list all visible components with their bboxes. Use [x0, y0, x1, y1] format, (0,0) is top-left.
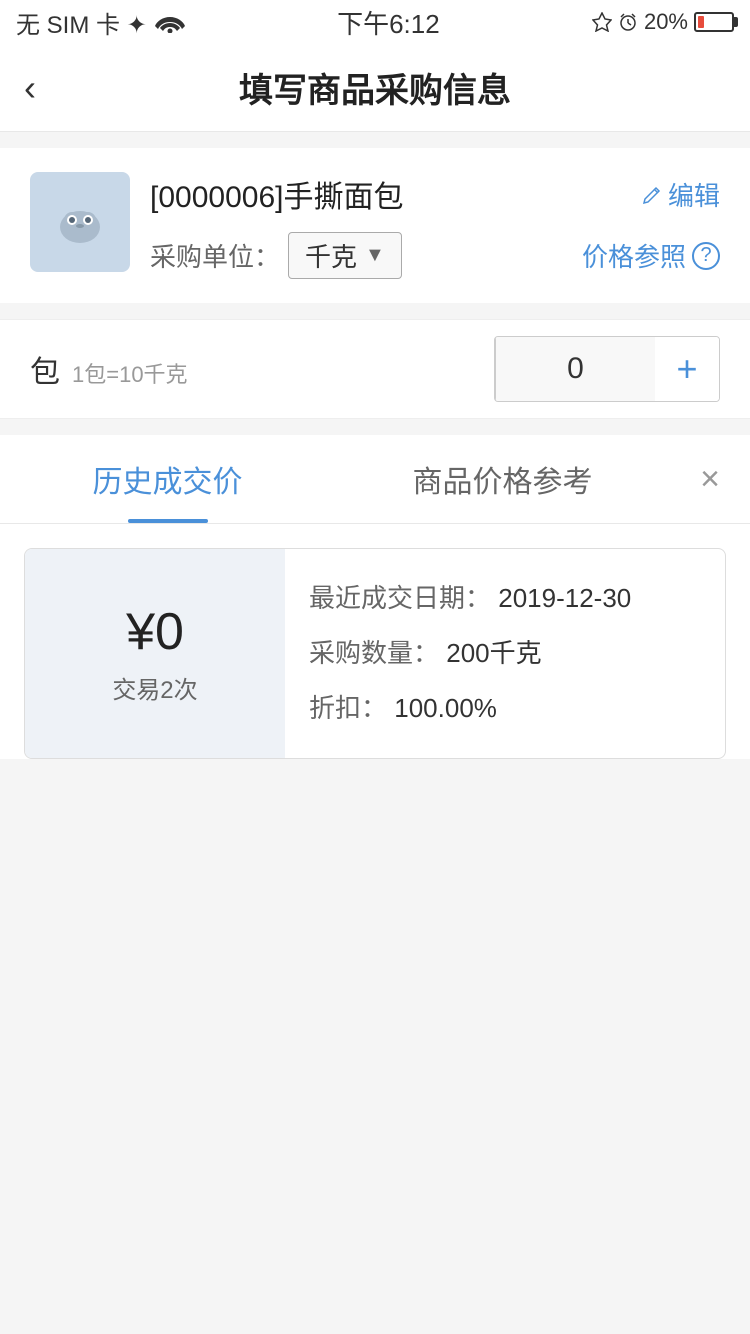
tab-history-price[interactable]: 历史成交价 [0, 435, 335, 523]
price-transactions: 交易2次 [112, 670, 197, 705]
nav-bar: ‹ 填写商品采购信息 [0, 44, 750, 132]
tabs-header: 历史成交价 商品价格参考 × [0, 435, 750, 524]
price-right-panel: 最近成交日期： 2019-12-30 采购数量： 200千克 折扣： 100.0… [285, 549, 725, 758]
wifi-icon [155, 11, 185, 33]
quantity-plus-button[interactable]: + [655, 337, 719, 401]
price-card: ¥0 交易2次 最近成交日期： 2019-12-30 采购数量： 200千克 折… [24, 548, 726, 759]
back-button[interactable]: ‹ [24, 67, 36, 109]
alarm-icon [618, 12, 638, 32]
quantity-input[interactable] [495, 337, 655, 401]
status-bar: 无 SIM 卡 ✦ 下午6:12 20% [0, 0, 750, 44]
quantity-label: 包 1包=10千克 [30, 347, 188, 391]
status-right: 20% [592, 9, 734, 35]
product-info: [0000006]手撕面包 编辑 采购单位： 千克 ▼ 价格参照 ? [150, 172, 720, 279]
recent-date-row: 最近成交日期： 2019-12-30 [309, 579, 701, 618]
price-amount: ¥0 [126, 602, 184, 662]
help-icon: ? [692, 242, 720, 270]
edit-button[interactable]: 编辑 [642, 176, 720, 213]
unit-label: 采购单位： [150, 237, 280, 274]
dropdown-arrow-icon: ▼ [365, 244, 385, 267]
product-image [30, 172, 130, 272]
quantity-section: 包 1包=10千克 + [0, 319, 750, 419]
quantity-row: 采购数量： 200千克 [309, 634, 701, 673]
tab-product-price-reference[interactable]: 商品价格参考 [335, 435, 670, 523]
status-time: 下午6:12 [337, 4, 440, 41]
signal-text: 无 SIM 卡 ✦ [16, 5, 147, 40]
product-card: [0000006]手撕面包 编辑 采购单位： 千克 ▼ 价格参照 ? [0, 148, 750, 303]
page-title: 填写商品采购信息 [239, 63, 511, 112]
product-name: [0000006]手撕面包 [150, 172, 403, 216]
battery-icon [694, 12, 734, 32]
tabs-container: 历史成交价 商品价格参考 × ¥0 交易2次 最近成交日期： 2019-12-3… [0, 435, 750, 759]
close-button[interactable]: × [670, 435, 750, 523]
edit-icon [642, 183, 664, 205]
quantity-control: + [494, 336, 720, 402]
price-reference-button[interactable]: 价格参照 ? [582, 237, 720, 274]
location-icon [592, 12, 612, 32]
product-logo [50, 192, 110, 252]
unit-select[interactable]: 千克 ▼ [288, 232, 402, 279]
discount-row: 折扣： 100.00% [309, 689, 701, 728]
price-left-panel: ¥0 交易2次 [25, 549, 285, 758]
status-left: 无 SIM 卡 ✦ [16, 5, 185, 40]
battery-percent: 20% [644, 9, 688, 35]
